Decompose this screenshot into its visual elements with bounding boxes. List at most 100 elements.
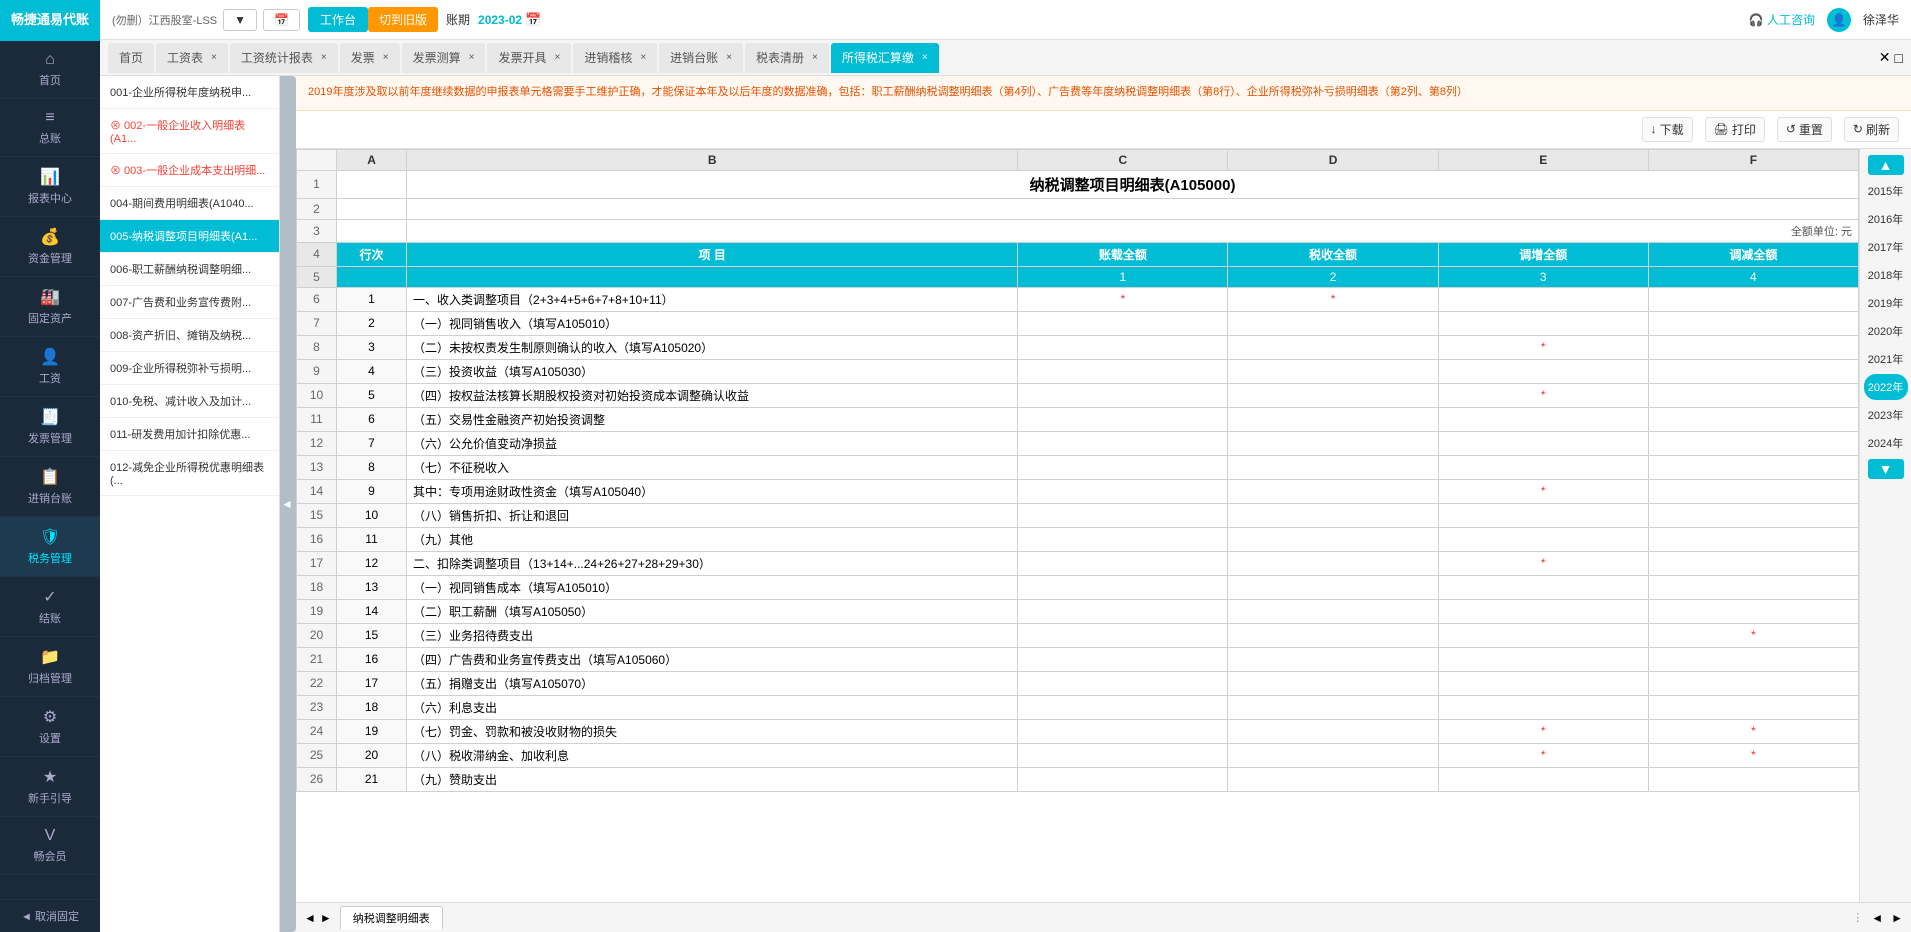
cell-item[interactable]: （七）不征税收入 <box>407 455 1018 479</box>
support-btn[interactable]: 🎧 人工咨询 <box>1749 11 1815 28</box>
tab-invoice[interactable]: 发票× <box>340 43 400 73</box>
cell-decrease[interactable] <box>1648 671 1858 695</box>
cell-increase[interactable]: * <box>1438 479 1648 503</box>
cell-tax[interactable] <box>1228 551 1438 575</box>
cell-account[interactable] <box>1018 647 1228 671</box>
cell-account[interactable] <box>1018 407 1228 431</box>
sidebar-item-payroll[interactable]: 👤 工资 <box>0 337 100 397</box>
cell-item[interactable]: （一）视同销售收入（填写A105010） <box>407 311 1018 335</box>
sidebar-item-guide[interactable]: ★ 新手引导 <box>0 757 100 817</box>
cell-increase[interactable] <box>1438 599 1648 623</box>
cell-item[interactable]: 其中：专项用途财政性资金（填写A105040） <box>407 479 1018 503</box>
cell-increase[interactable]: * <box>1438 719 1648 743</box>
cell-item[interactable]: （五）捐赠支出（填写A105070） <box>407 671 1018 695</box>
tab-close-invoice[interactable]: × <box>383 52 389 63</box>
cell-tax[interactable] <box>1228 767 1438 791</box>
cell-item[interactable]: （九）赞助支出 <box>407 767 1018 791</box>
cell-tax[interactable] <box>1228 359 1438 383</box>
cell-decrease[interactable] <box>1648 455 1858 479</box>
cell-item[interactable]: （六）利息支出 <box>407 695 1018 719</box>
horizontal-scroll-left[interactable]: ◄ <box>1871 911 1883 925</box>
sheet-main[interactable]: A B C D E F 1 <box>296 149 1859 902</box>
unpin-button[interactable]: ◄ 取消固定 <box>0 899 100 932</box>
cell-account[interactable] <box>1018 575 1228 599</box>
cell-item[interactable]: （八）销售折扣、折让和退回 <box>407 503 1018 527</box>
cell-decrease[interactable]: * <box>1648 719 1858 743</box>
cell-tax[interactable] <box>1228 743 1438 767</box>
cell-decrease[interactable] <box>1648 503 1858 527</box>
cell-tax[interactable] <box>1228 695 1438 719</box>
year-2018[interactable]: 2018年 <box>1864 262 1908 288</box>
left-panel-item-008[interactable]: 008-资产折旧、摊销及纳税... <box>100 319 279 352</box>
left-panel-item-007[interactable]: 007-广告费和业务宣传费附... <box>100 286 279 319</box>
year-2016[interactable]: 2016年 <box>1864 206 1908 232</box>
tab-close-payroll-report[interactable]: × <box>321 52 327 63</box>
cell-increase[interactable] <box>1438 647 1648 671</box>
cell-decrease[interactable]: * <box>1648 743 1858 767</box>
tab-purchase-check[interactable]: 进销稽核× <box>573 43 657 73</box>
cell-decrease[interactable] <box>1648 359 1858 383</box>
tab-close-tax-annual[interactable]: × <box>922 52 928 63</box>
left-panel-item-005[interactable]: 005-纳税调整项目明细表(A1... <box>100 220 279 253</box>
tab-tax-list[interactable]: 税表清册× <box>745 43 829 73</box>
cell-account[interactable] <box>1018 383 1228 407</box>
cell-account[interactable] <box>1018 311 1228 335</box>
year-scroll-up[interactable]: ▲ <box>1868 155 1904 175</box>
year-2015[interactable]: 2015年 <box>1864 178 1908 204</box>
cell-account[interactable] <box>1018 767 1228 791</box>
cell-tax[interactable] <box>1228 479 1438 503</box>
cell-increase[interactable] <box>1438 311 1648 335</box>
cell-tax[interactable] <box>1228 575 1438 599</box>
cell-tax[interactable] <box>1228 455 1438 479</box>
cell-account[interactable] <box>1018 623 1228 647</box>
cell-decrease[interactable] <box>1648 407 1858 431</box>
tab-home[interactable]: 首页 <box>108 43 154 73</box>
tab-close-payroll[interactable]: × <box>211 52 217 63</box>
sidebar-item-tax[interactable]: 🛡 税务管理 <box>0 517 100 577</box>
cell-increase[interactable] <box>1438 359 1648 383</box>
year-2024[interactable]: 2024年 <box>1864 430 1908 456</box>
cell-increase[interactable]: * <box>1438 383 1648 407</box>
sidebar-item-close[interactable]: ✓ 结账 <box>0 577 100 637</box>
cell-decrease[interactable]: * <box>1648 623 1858 647</box>
cell-decrease[interactable] <box>1648 383 1858 407</box>
scroll-left-btn[interactable]: ◄ <box>304 911 316 925</box>
left-panel-item-011[interactable]: 011-研发费用加计扣除优惠... <box>100 418 279 451</box>
cell-increase[interactable] <box>1438 671 1648 695</box>
cell-tax[interactable] <box>1228 431 1438 455</box>
cell-tax[interactable] <box>1228 311 1438 335</box>
cell-tax[interactable] <box>1228 527 1438 551</box>
cell-tax[interactable] <box>1228 335 1438 359</box>
cell-account[interactable] <box>1018 671 1228 695</box>
left-panel-item-002[interactable]: ⊗ 002-一般企业收入明细表(A1... <box>100 109 279 154</box>
tab-close-purchase-check[interactable]: × <box>640 52 646 63</box>
tab-purchase-ledger[interactable]: 进销台账× <box>659 43 743 73</box>
close-window-icon[interactable]: ✕ <box>1879 49 1891 66</box>
cell-tax[interactable] <box>1228 647 1438 671</box>
sidebar-item-general[interactable]: ≡ 总账 <box>0 99 100 157</box>
cell-account[interactable] <box>1018 719 1228 743</box>
cell-tax[interactable]: * <box>1228 287 1438 311</box>
year-2019[interactable]: 2019年 <box>1864 290 1908 316</box>
cell-decrease[interactable] <box>1648 551 1858 575</box>
cell-increase[interactable] <box>1438 527 1648 551</box>
cell-account[interactable] <box>1018 335 1228 359</box>
cell-item[interactable]: （七）罚金、罚款和被没收财物的损失 <box>407 719 1018 743</box>
collapse-panel-btn[interactable]: ◄ <box>280 76 296 932</box>
sidebar-item-invoice[interactable]: 🧾 发票管理 <box>0 397 100 457</box>
sidebar-item-member[interactable]: V 畅会员 <box>0 817 100 875</box>
cell-decrease[interactable] <box>1648 695 1858 719</box>
cell-item[interactable]: （二）未按权责发生制原则确认的收入（填写A105020） <box>407 335 1018 359</box>
cell-increase[interactable] <box>1438 575 1648 599</box>
tab-invoice-calc[interactable]: 发票测算× <box>402 43 486 73</box>
tab-close-invoice-open[interactable]: × <box>554 52 560 63</box>
sidebar-item-fixed[interactable]: 🏭 固定资产 <box>0 277 100 337</box>
cell-item[interactable]: （四）按权益法核算长期股权投资对初始投资成本调整确认收益 <box>407 383 1018 407</box>
scroll-right-btn[interactable]: ► <box>320 911 332 925</box>
cell-item[interactable]: （五）交易性金融资产初始投资调整 <box>407 407 1018 431</box>
refresh-btn[interactable]: ↻ 刷新 <box>1844 117 1899 142</box>
left-panel-item-010[interactable]: 010-免税、减计收入及加计... <box>100 385 279 418</box>
switch-old-btn[interactable]: 切到旧版 <box>368 7 438 32</box>
cell-increase[interactable]: * <box>1438 551 1648 575</box>
tab-payroll-report[interactable]: 工资统计报表× <box>230 43 338 73</box>
